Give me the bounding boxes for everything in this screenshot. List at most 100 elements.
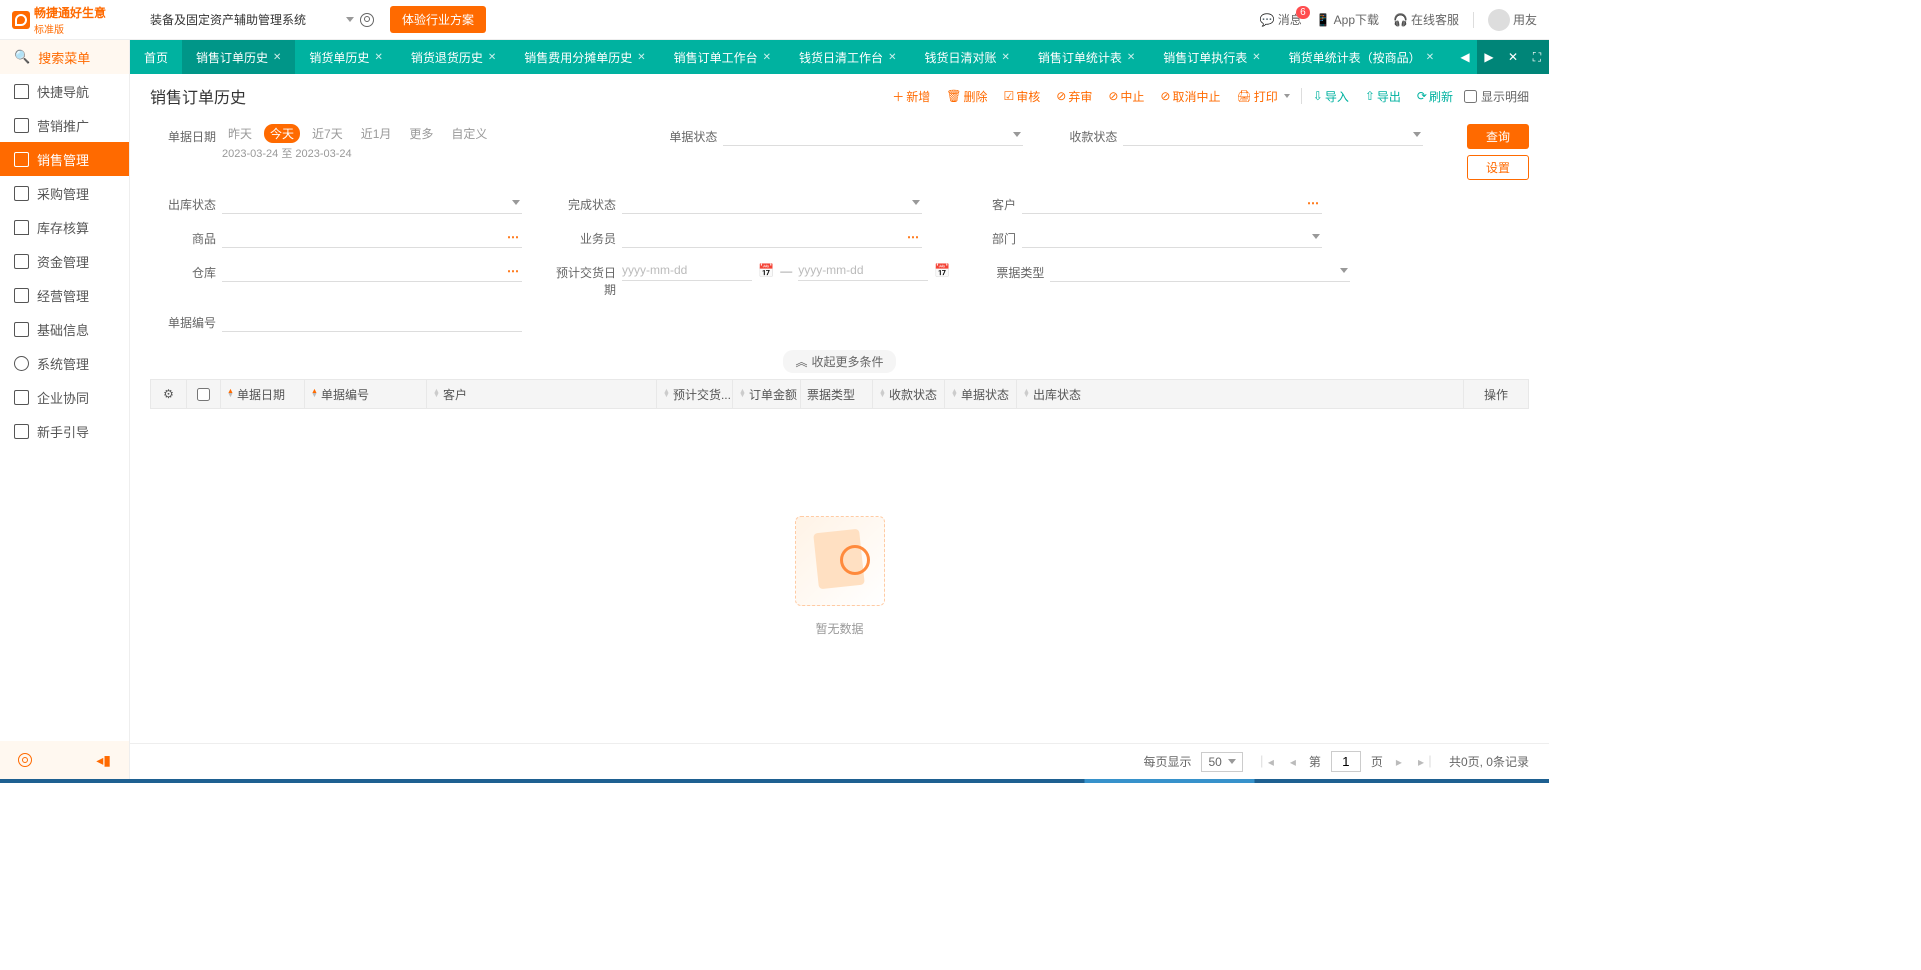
- chip-today[interactable]: 今天: [264, 124, 300, 143]
- collapse-conditions-button[interactable]: ︽收起更多条件: [783, 350, 895, 373]
- messages-button[interactable]: 💬 消息 6: [1260, 11, 1302, 28]
- picker-warehouse[interactable]: ⋯: [222, 260, 522, 282]
- tab-bill-stats-goods[interactable]: 销货单统计表（按商品）✕: [1275, 40, 1448, 74]
- settings-button[interactable]: 设置: [1467, 155, 1529, 180]
- close-icon[interactable]: ✕: [1252, 52, 1260, 63]
- discard-button[interactable]: ⊘弃审: [1051, 85, 1097, 108]
- select-bill-status[interactable]: [723, 124, 1023, 146]
- sidebar-collapse-icon[interactable]: ◂▮: [96, 752, 111, 769]
- th-amount[interactable]: ▲▼订单金额: [733, 380, 801, 408]
- th-settings[interactable]: ⚙: [151, 380, 187, 408]
- import-button[interactable]: ⇩导入: [1308, 85, 1354, 108]
- export-button[interactable]: ⇧导出: [1360, 85, 1406, 108]
- picker-customer[interactable]: ⋯: [1022, 192, 1322, 214]
- add-button[interactable]: ＋新增: [887, 85, 935, 108]
- picker-goods[interactable]: ⋯: [222, 226, 522, 248]
- close-icon[interactable]: ✕: [763, 52, 771, 63]
- tab-sales-bill-history[interactable]: 销货单历史✕: [295, 40, 396, 74]
- input-est-from[interactable]: [622, 260, 752, 281]
- app-download-button[interactable]: 📱 App下载: [1316, 11, 1379, 28]
- close-icon[interactable]: ✕: [273, 52, 281, 63]
- sidebar-settings-icon[interactable]: [18, 753, 32, 767]
- th-date[interactable]: ▲▼单据日期: [221, 380, 305, 408]
- th-checkbox[interactable]: [187, 380, 221, 408]
- unstop-button[interactable]: ⊘取消中止: [1155, 85, 1225, 108]
- select-all-checkbox[interactable]: [197, 388, 210, 401]
- select-out-status[interactable]: [222, 192, 522, 214]
- chip-custom[interactable]: 自定义: [445, 124, 493, 143]
- th-delivery[interactable]: ▲▼预计交货...: [657, 380, 733, 408]
- page-prev[interactable]: ◂: [1287, 755, 1299, 769]
- close-icon[interactable]: ✕: [1127, 52, 1135, 63]
- sidebar-item-marketing[interactable]: 营销推广: [0, 108, 129, 142]
- th-outstatus[interactable]: ▲▼出库状态: [1017, 380, 1464, 408]
- tab-order-exec[interactable]: 销售订单执行表✕: [1149, 40, 1274, 74]
- sidebar-item-guide[interactable]: 新手引导: [0, 414, 129, 448]
- close-icon[interactable]: ✕: [1426, 52, 1434, 63]
- tab-daily-recon[interactable]: 钱货日清对账✕: [910, 40, 1023, 74]
- input-est-to[interactable]: [798, 260, 928, 281]
- sidebar-search[interactable]: 🔍 搜索菜单: [0, 40, 129, 74]
- calendar-icon[interactable]: 📅: [758, 263, 774, 279]
- th-orderstatus[interactable]: ▲▼单据状态: [945, 380, 1017, 408]
- sidebar-item-basedata[interactable]: 基础信息: [0, 312, 129, 346]
- sidebar-item-purchase[interactable]: 采购管理: [0, 176, 129, 210]
- tab-order-stats[interactable]: 销售订单统计表✕: [1024, 40, 1149, 74]
- tab-sales-order-history[interactable]: 销售订单历史✕: [182, 40, 295, 74]
- print-button[interactable]: 🖨打印: [1232, 85, 1295, 108]
- delete-button[interactable]: 🗑删除: [941, 85, 992, 108]
- picker-bizman[interactable]: ⋯: [622, 226, 922, 248]
- system-settings-icon[interactable]: [360, 13, 374, 27]
- try-industry-button[interactable]: 体验行业方案: [390, 6, 486, 33]
- sidebar-item-quicknav[interactable]: 快捷导航: [0, 74, 129, 108]
- sidebar-item-funds[interactable]: 资金管理: [0, 244, 129, 278]
- support-button[interactable]: 🎧 在线客服: [1393, 11, 1459, 28]
- tab-order-workbench[interactable]: 销售订单工作台✕: [660, 40, 785, 74]
- tab-close-all[interactable]: ✕: [1501, 40, 1525, 74]
- page-size-select[interactable]: 50: [1201, 752, 1242, 772]
- show-detail-toggle[interactable]: 显示明细: [1464, 88, 1529, 105]
- sidebar-item-inventory[interactable]: 库存核算: [0, 210, 129, 244]
- input-bill-no[interactable]: [222, 310, 522, 332]
- close-icon[interactable]: ✕: [374, 52, 382, 63]
- chip-7d[interactable]: 近7天: [306, 124, 349, 143]
- sidebar-item-operation[interactable]: 经营管理: [0, 278, 129, 312]
- tab-scroll-right[interactable]: ▶: [1477, 40, 1501, 74]
- query-button[interactable]: 查询: [1467, 124, 1529, 149]
- user-menu[interactable]: 用友: [1488, 9, 1537, 31]
- select-dept[interactable]: [1022, 226, 1322, 248]
- close-icon[interactable]: ✕: [637, 52, 645, 63]
- audit-button[interactable]: ☑审核: [998, 85, 1045, 108]
- tab-home[interactable]: 首页: [130, 40, 182, 74]
- th-customer[interactable]: ▲▼客户: [427, 380, 657, 408]
- select-pay-status[interactable]: [1123, 124, 1423, 146]
- close-icon[interactable]: ✕: [1001, 52, 1009, 63]
- chip-1m[interactable]: 近1月: [355, 124, 398, 143]
- sidebar-item-system[interactable]: 系统管理: [0, 346, 129, 380]
- chip-more[interactable]: 更多: [403, 124, 439, 143]
- system-dropdown[interactable]: 装备及固定资产辅助管理系统: [150, 8, 354, 32]
- tab-expense-alloc[interactable]: 销售费用分摊单历史✕: [510, 40, 659, 74]
- page-input[interactable]: [1331, 751, 1361, 772]
- select-done-status[interactable]: [622, 192, 922, 214]
- tab-scroll-left[interactable]: ◀: [1453, 40, 1477, 74]
- th-paystatus[interactable]: ▲▼收款状态: [873, 380, 945, 408]
- tab-fullscreen[interactable]: ⛶: [1525, 40, 1549, 74]
- refresh-button[interactable]: ⟳刷新: [1412, 85, 1458, 108]
- page-last[interactable]: ▸｜: [1415, 753, 1439, 770]
- page-next[interactable]: ▸: [1393, 755, 1405, 769]
- show-detail-checkbox[interactable]: [1464, 90, 1477, 103]
- tab-daily-workbench[interactable]: 钱货日清工作台✕: [785, 40, 910, 74]
- chip-yesterday[interactable]: 昨天: [222, 124, 258, 143]
- calendar-icon[interactable]: 📅: [934, 263, 950, 279]
- close-icon[interactable]: ✕: [888, 52, 896, 63]
- tab-return-history[interactable]: 销货退货历史✕: [397, 40, 510, 74]
- sidebar-item-collab[interactable]: 企业协同: [0, 380, 129, 414]
- stop-button[interactable]: ⊘中止: [1103, 85, 1149, 108]
- th-no[interactable]: ▲▼单据编号: [305, 380, 427, 408]
- sidebar-item-sales[interactable]: 销售管理: [0, 142, 129, 176]
- select-ticket-type[interactable]: [1050, 260, 1350, 282]
- page-first[interactable]: ｜◂: [1253, 753, 1277, 770]
- th-ticket[interactable]: 票据类型: [801, 380, 873, 408]
- close-icon[interactable]: ✕: [488, 52, 496, 63]
